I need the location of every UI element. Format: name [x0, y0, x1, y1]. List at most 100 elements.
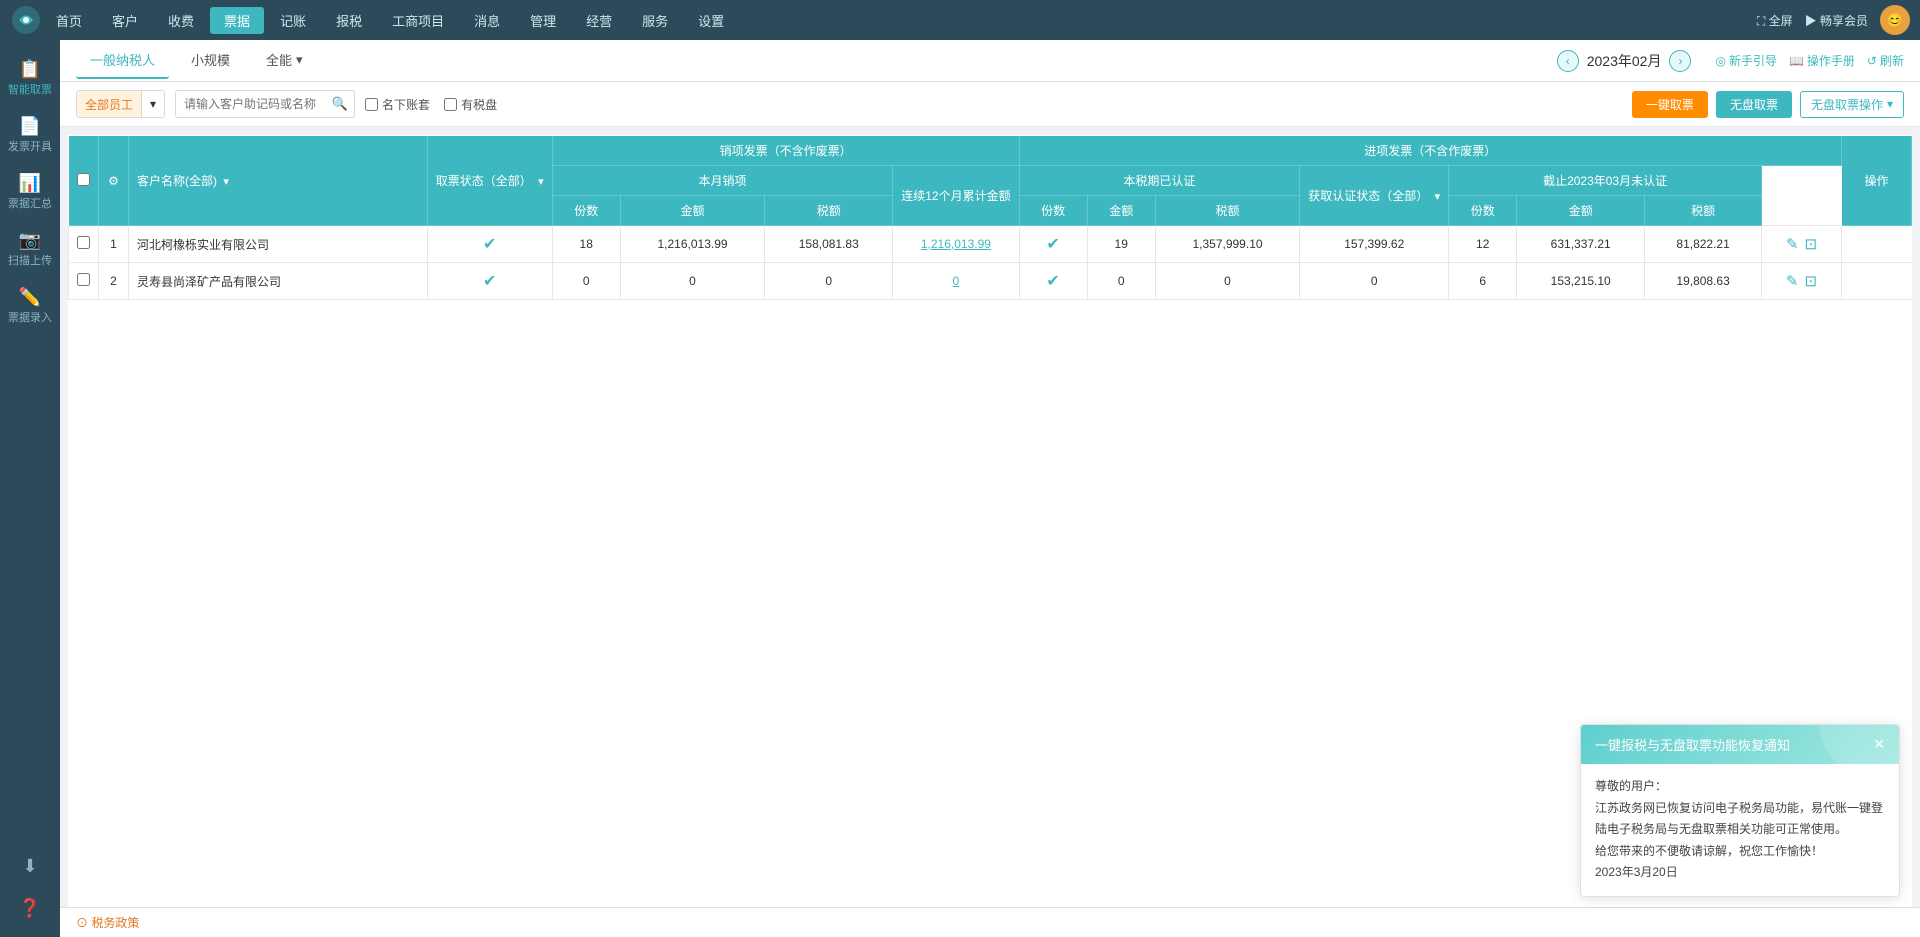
nav-operation[interactable]: 经营 — [572, 7, 626, 34]
new-guide-btn[interactable]: ◎ 新手引导 — [1715, 52, 1777, 69]
tab-all[interactable]: 全能 ▾ — [252, 42, 317, 79]
cert-check-icon: ✔ — [1046, 273, 1059, 290]
one-click-ticket-btn[interactable]: 一键取票 — [1632, 91, 1708, 118]
status-filter-icon[interactable]: ▾ — [538, 176, 544, 188]
search-input[interactable] — [175, 90, 355, 118]
row-sales-amount: 0 — [620, 263, 765, 300]
th-this-month-sales: 本月销项 — [552, 166, 893, 196]
customer-filter-icon[interactable]: ▾ — [223, 176, 229, 188]
th-index: ⚙ — [99, 136, 129, 226]
bottom-bar: ⊙ 税务政策 — [60, 907, 1920, 937]
nav-accounting[interactable]: 记账 — [266, 7, 320, 34]
select-all-checkbox[interactable] — [77, 173, 90, 186]
tab-small-scale[interactable]: 小规模 — [177, 42, 244, 79]
row-cumulative[interactable]: 0 — [893, 263, 1019, 300]
refresh-btn[interactable]: ↺ 刷新 — [1867, 52, 1904, 69]
invoice-table: ⚙ 客户名称(全部) ▾ 取票状态（全部） ▾ 销项发票（不含作废票） 进项发票… — [68, 135, 1912, 300]
prev-month-btn[interactable]: ‹ — [1557, 50, 1579, 72]
nav-service[interactable]: 服务 — [628, 7, 682, 34]
sidebar-label-summary: 票据汇总 — [8, 195, 52, 211]
row-sales-tax: 158,081.83 — [765, 226, 893, 263]
search-icon: 🔍 — [332, 96, 348, 112]
row-purchase-tax: 157,399.62 — [1300, 226, 1449, 263]
row-actions: ✎ ⊡ — [1762, 263, 1842, 300]
nav-tax[interactable]: 报税 — [322, 7, 376, 34]
th-cert-tax: 税额 — [1155, 196, 1300, 226]
view-icon[interactable]: ⊡ — [1805, 272, 1818, 290]
th-sales-tax: 税额 — [765, 196, 893, 226]
invoice-open-icon: 📄 — [19, 117, 41, 135]
sidebar-label-entry: 票据录入 — [8, 309, 52, 325]
status-check-icon: ✔ — [483, 236, 496, 253]
nav-invoice[interactable]: 票据 — [210, 7, 264, 34]
notification-body: 尊敬的用户：江苏政务网已恢复访问电子税务局功能，易代账一键登陆电子税务局与无盘取… — [1581, 764, 1899, 896]
nav-settings[interactable]: 设置 — [684, 7, 738, 34]
entry-icon: ✏️ — [19, 288, 41, 306]
row-actions: ✎ ⊡ — [1762, 226, 1842, 263]
next-month-btn[interactable]: › — [1669, 50, 1691, 72]
sidebar-item-entry[interactable]: ✏️ 票据录入 — [0, 278, 60, 335]
notification-close-btn[interactable]: ✕ — [1873, 736, 1885, 753]
sidebar-item-scan-upload[interactable]: 📷 扫描上传 — [0, 221, 60, 278]
cert-status-filter-icon[interactable]: ▾ — [1435, 191, 1441, 203]
no-device-operations-btn[interactable]: 无盘取票操作 ▾ — [1800, 91, 1904, 118]
checkbox-tax-device[interactable]: 有税盘 — [444, 96, 497, 113]
tab-right-actions: ◎ 新手引导 📖 操作手册 ↺ 刷新 — [1715, 52, 1904, 69]
manual-btn[interactable]: 📖 操作手册 — [1789, 52, 1855, 69]
row-sales-count: 0 — [552, 263, 620, 300]
checkbox-own-accounts[interactable]: 名下账套 — [365, 96, 430, 113]
tax-policy-link[interactable]: ⊙ 税务政策 — [76, 914, 139, 931]
employee-select[interactable]: 全部员工 ▾ — [76, 90, 165, 118]
vip-btn[interactable]: ▶ 畅享会员 — [1805, 12, 1868, 29]
checkbox-own-accounts-input[interactable] — [365, 98, 378, 111]
month-display: 2023年02月 — [1587, 51, 1662, 71]
edit-icon[interactable]: ✎ — [1786, 272, 1799, 290]
edit-icon[interactable]: ✎ — [1786, 235, 1799, 253]
row-cert-status: ✔ — [1019, 226, 1087, 263]
checkbox-group: 名下账套 有税盘 — [365, 96, 497, 113]
view-icon[interactable]: ⊡ — [1805, 235, 1818, 253]
th-uncert-count: 份数 — [1449, 196, 1517, 226]
sidebar-item-invoice-open[interactable]: 📄 发票开具 — [0, 107, 60, 164]
row-purchase-tax: 0 — [1300, 263, 1449, 300]
sidebar-item-summary[interactable]: 📊 票据汇总 — [0, 164, 60, 221]
th-group-purchase: 进项发票（不含作废票） — [1019, 136, 1841, 166]
checkbox-tax-device-input[interactable] — [444, 98, 457, 111]
table-row: 1 河北柯橡栎实业有限公司 ✔ 18 1,216,013.99 158,081.… — [69, 226, 1912, 263]
row-checkbox[interactable] — [69, 226, 99, 263]
nav-business[interactable]: 工商项目 — [378, 7, 458, 34]
row-cumulative[interactable]: 1,216,013.99 — [893, 226, 1019, 263]
notification-header: 一键报税与无盘取票功能恢复通知 ✕ — [1581, 725, 1899, 764]
row-index: 1 — [99, 226, 129, 263]
dropdown-icon: ▾ — [1887, 97, 1893, 111]
nav-right: ⛶ 全屏 ▶ 畅享会员 😊 — [1757, 5, 1910, 35]
th-checkbox — [69, 136, 99, 226]
row-sales-amount: 1,216,013.99 — [620, 226, 765, 263]
nav-message[interactable]: 消息 — [460, 7, 514, 34]
user-avatar[interactable]: 😊 — [1880, 5, 1910, 35]
th-this-period-cert: 本税期已认证 — [1019, 166, 1300, 196]
row-checkbox[interactable] — [69, 263, 99, 300]
fullscreen-btn[interactable]: ⛶ 全屏 — [1757, 12, 1793, 29]
employee-select-label: 全部员工 — [77, 91, 142, 117]
sidebar-label-scan: 扫描上传 — [8, 252, 52, 268]
nav-management[interactable]: 管理 — [516, 7, 570, 34]
row-sales-count: 18 — [552, 226, 620, 263]
no-device-ticket-btn[interactable]: 无盘取票 — [1716, 91, 1792, 118]
row-uncert-count: 6 — [1449, 263, 1517, 300]
sidebar-bottom-help[interactable]: ❓ — [14, 890, 46, 927]
th-group-sales: 销项发票（不含作废票） — [552, 136, 1019, 166]
row-purchase-amount: 1,357,999.10 — [1155, 226, 1300, 263]
sidebar-bottom-download[interactable]: ⬇ — [17, 848, 42, 885]
sidebar-item-smart-ticket[interactable]: 📋 智能取票 — [0, 50, 60, 107]
tab-general-taxpayer[interactable]: 一般纳税人 — [76, 42, 169, 79]
nav-fee[interactable]: 收费 — [154, 7, 208, 34]
nav-items: 首页 客户 收费 票据 记账 报税 工商项目 消息 管理 经营 服务 设置 — [42, 7, 1757, 34]
nav-home[interactable]: 首页 — [42, 7, 96, 34]
nav-customer[interactable]: 客户 — [98, 7, 152, 34]
th-cumulative: 连续12个月累计金额 — [893, 166, 1019, 226]
row-index: 2 — [99, 263, 129, 300]
th-sales-count: 份数 — [552, 196, 620, 226]
toolbar-actions: 一键取票 无盘取票 无盘取票操作 ▾ — [1632, 91, 1904, 118]
row-customer: 灵寿县尚泽矿产品有限公司 — [129, 263, 428, 300]
